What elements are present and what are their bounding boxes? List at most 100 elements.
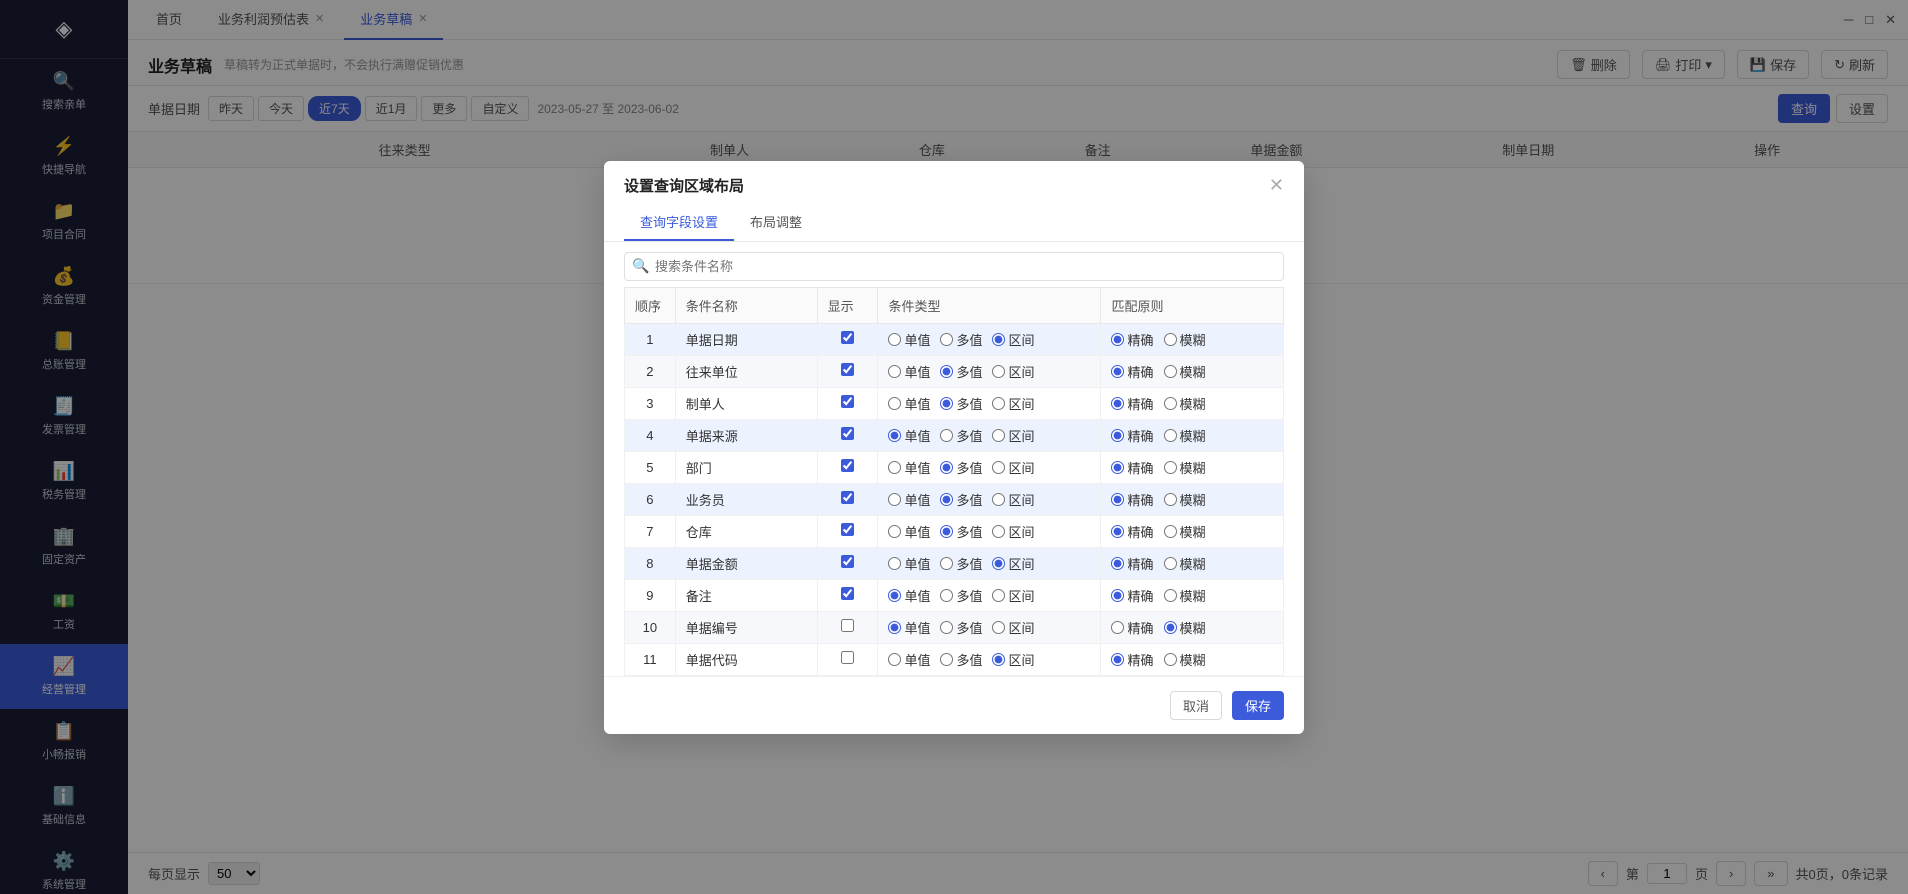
match-radio-input-精确-row1[interactable]	[1111, 333, 1124, 346]
match-radio-精确-row7[interactable]: 精确	[1111, 522, 1153, 541]
type-radio-input-单值-row8[interactable]	[888, 557, 901, 570]
type-radio-多值-row4[interactable]: 多值	[940, 426, 982, 445]
match-radio-模糊-row1[interactable]: 模糊	[1164, 330, 1206, 349]
type-radio-input-多值-row5[interactable]	[940, 461, 953, 474]
type-radio-区间-row8[interactable]: 区间	[992, 554, 1034, 573]
match-radio-input-精确-row3[interactable]	[1111, 397, 1124, 410]
type-radio-input-多值-row10[interactable]	[940, 621, 953, 634]
cancel-button[interactable]: 取消	[1170, 691, 1222, 720]
match-radio-模糊-row3[interactable]: 模糊	[1164, 394, 1206, 413]
type-radio-input-多值-row3[interactable]	[940, 397, 953, 410]
match-radio-input-模糊-row1[interactable]	[1164, 333, 1177, 346]
match-radio-模糊-row6[interactable]: 模糊	[1164, 490, 1206, 509]
modal-tab-fields[interactable]: 查询字段设置	[624, 204, 734, 241]
type-radio-区间-row4[interactable]: 区间	[992, 426, 1034, 445]
modal-search-input[interactable]	[624, 252, 1284, 281]
type-radio-input-多值-row4[interactable]	[940, 429, 953, 442]
match-radio-精确-row11[interactable]: 精确	[1111, 650, 1153, 669]
type-radio-input-区间-row9[interactable]	[992, 589, 1005, 602]
show-checkbox-row8[interactable]	[841, 555, 854, 568]
match-radio-input-精确-row11[interactable]	[1111, 653, 1124, 666]
type-radio-区间-row3[interactable]: 区间	[992, 394, 1034, 413]
type-radio-多值-row5[interactable]: 多值	[940, 458, 982, 477]
type-radio-单值-row9[interactable]: 单值	[888, 586, 930, 605]
type-radio-单值-row2[interactable]: 单值	[888, 362, 930, 381]
match-radio-input-模糊-row11[interactable]	[1164, 653, 1177, 666]
type-radio-多值-row8[interactable]: 多值	[940, 554, 982, 573]
type-radio-input-区间-row11[interactable]	[992, 653, 1005, 666]
type-radio-input-单值-row7[interactable]	[888, 525, 901, 538]
match-radio-input-精确-row7[interactable]	[1111, 525, 1124, 538]
type-radio-单值-row1[interactable]: 单值	[888, 330, 930, 349]
match-radio-input-模糊-row5[interactable]	[1164, 461, 1177, 474]
type-radio-input-区间-row3[interactable]	[992, 397, 1005, 410]
match-radio-input-精确-row10[interactable]	[1111, 621, 1124, 634]
match-radio-模糊-row10[interactable]: 模糊	[1164, 618, 1206, 637]
type-radio-input-区间-row10[interactable]	[992, 621, 1005, 634]
type-radio-区间-row11[interactable]: 区间	[992, 650, 1034, 669]
match-radio-input-精确-row9[interactable]	[1111, 589, 1124, 602]
type-radio-input-单值-row5[interactable]	[888, 461, 901, 474]
type-radio-多值-row2[interactable]: 多值	[940, 362, 982, 381]
type-radio-input-区间-row2[interactable]	[992, 365, 1005, 378]
type-radio-区间-row2[interactable]: 区间	[992, 362, 1034, 381]
type-radio-单值-row10[interactable]: 单值	[888, 618, 930, 637]
show-checkbox-row2[interactable]	[841, 363, 854, 376]
type-radio-input-区间-row7[interactable]	[992, 525, 1005, 538]
match-radio-input-模糊-row6[interactable]	[1164, 493, 1177, 506]
match-radio-模糊-row2[interactable]: 模糊	[1164, 362, 1206, 381]
match-radio-精确-row9[interactable]: 精确	[1111, 586, 1153, 605]
type-radio-input-单值-row6[interactable]	[888, 493, 901, 506]
match-radio-精确-row6[interactable]: 精确	[1111, 490, 1153, 509]
show-checkbox-row9[interactable]	[841, 587, 854, 600]
type-radio-单值-row3[interactable]: 单值	[888, 394, 930, 413]
type-radio-input-单值-row1[interactable]	[888, 333, 901, 346]
type-radio-input-多值-row8[interactable]	[940, 557, 953, 570]
type-radio-input-单值-row4[interactable]	[888, 429, 901, 442]
type-radio-区间-row5[interactable]: 区间	[992, 458, 1034, 477]
show-checkbox-row11[interactable]	[841, 651, 854, 664]
type-radio-区间-row1[interactable]: 区间	[992, 330, 1034, 349]
match-radio-input-精确-row2[interactable]	[1111, 365, 1124, 378]
type-radio-input-多值-row7[interactable]	[940, 525, 953, 538]
modal-tab-layout[interactable]: 布局调整	[734, 204, 818, 241]
type-radio-input-多值-row9[interactable]	[940, 589, 953, 602]
show-checkbox-row10[interactable]	[841, 619, 854, 632]
type-radio-单值-row8[interactable]: 单值	[888, 554, 930, 573]
type-radio-input-多值-row1[interactable]	[940, 333, 953, 346]
type-radio-input-单值-row9[interactable]	[888, 589, 901, 602]
match-radio-精确-row8[interactable]: 精确	[1111, 554, 1153, 573]
type-radio-多值-row10[interactable]: 多值	[940, 618, 982, 637]
type-radio-单值-row7[interactable]: 单值	[888, 522, 930, 541]
match-radio-模糊-row8[interactable]: 模糊	[1164, 554, 1206, 573]
match-radio-精确-row2[interactable]: 精确	[1111, 362, 1153, 381]
type-radio-多值-row7[interactable]: 多值	[940, 522, 982, 541]
match-radio-精确-row3[interactable]: 精确	[1111, 394, 1153, 413]
type-radio-input-区间-row4[interactable]	[992, 429, 1005, 442]
match-radio-input-模糊-row9[interactable]	[1164, 589, 1177, 602]
type-radio-input-单值-row2[interactable]	[888, 365, 901, 378]
show-checkbox-row1[interactable]	[841, 331, 854, 344]
type-radio-input-单值-row10[interactable]	[888, 621, 901, 634]
type-radio-input-单值-row3[interactable]	[888, 397, 901, 410]
match-radio-input-模糊-row7[interactable]	[1164, 525, 1177, 538]
match-radio-精确-row5[interactable]: 精确	[1111, 458, 1153, 477]
type-radio-区间-row10[interactable]: 区间	[992, 618, 1034, 637]
type-radio-input-多值-row2[interactable]	[940, 365, 953, 378]
type-radio-单值-row4[interactable]: 单值	[888, 426, 930, 445]
match-radio-input-模糊-row8[interactable]	[1164, 557, 1177, 570]
match-radio-input-模糊-row2[interactable]	[1164, 365, 1177, 378]
type-radio-区间-row9[interactable]: 区间	[992, 586, 1034, 605]
match-radio-精确-row10[interactable]: 精确	[1111, 618, 1153, 637]
match-radio-模糊-row11[interactable]: 模糊	[1164, 650, 1206, 669]
show-checkbox-row7[interactable]	[841, 523, 854, 536]
show-checkbox-row4[interactable]	[841, 427, 854, 440]
match-radio-input-模糊-row3[interactable]	[1164, 397, 1177, 410]
match-radio-模糊-row7[interactable]: 模糊	[1164, 522, 1206, 541]
show-checkbox-row5[interactable]	[841, 459, 854, 472]
match-radio-精确-row4[interactable]: 精确	[1111, 426, 1153, 445]
modal-save-button[interactable]: 保存	[1232, 691, 1284, 720]
type-radio-多值-row9[interactable]: 多值	[940, 586, 982, 605]
type-radio-input-单值-row11[interactable]	[888, 653, 901, 666]
type-radio-区间-row6[interactable]: 区间	[992, 490, 1034, 509]
